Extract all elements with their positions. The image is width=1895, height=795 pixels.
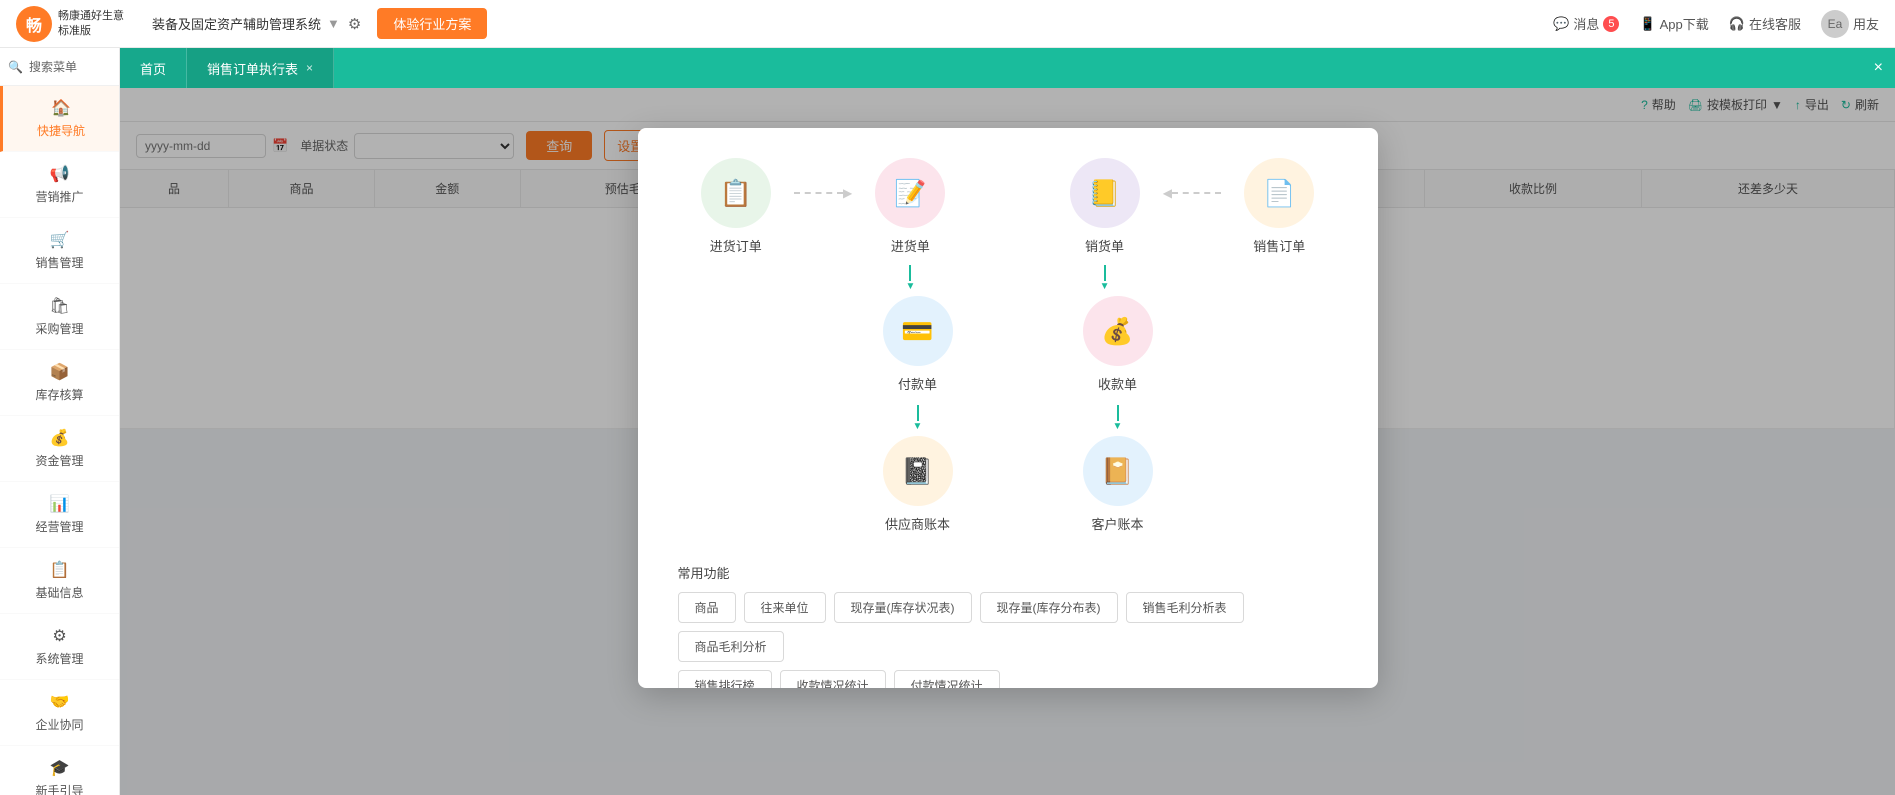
system-name: 装备及固定资产辅助管理系统 — [152, 14, 321, 33]
supplier-ledger-circle: 📓 — [883, 436, 953, 506]
flow-row-1: 📋 进货订单 ▶ — [678, 158, 1338, 255]
sidebar-item-system[interactable]: ⚙ 系统管理 — [0, 614, 119, 680]
sidebar-item-operation[interactable]: 📊 经营管理 — [0, 482, 119, 548]
sidebar-item-inventory[interactable]: 📦 库存核算 — [0, 350, 119, 416]
flow-node-purchase-bill: 📝 进货单 — [852, 158, 968, 255]
download-icon: 📱 — [1639, 16, 1655, 32]
func-btn-product[interactable]: 商品 — [678, 592, 736, 623]
logo-text: 畅康通好生意 标准版 — [58, 9, 124, 38]
newbie-icon: 🎓 — [50, 758, 70, 778]
flow-node-payment-bill: 💳 付款单 — [858, 296, 978, 393]
func-btn-stock-status[interactable]: 现存量(库存状况表) — [834, 592, 972, 623]
customer-ledger-circle: 📔 — [1083, 436, 1153, 506]
message-btn[interactable]: 💬 消息 5 — [1553, 14, 1619, 33]
func-btn-partner[interactable]: 往来单位 — [744, 592, 826, 623]
page-content: ? 帮助 🖨 按模板打印 ▼ ↑ 导出 ↻ 刷新 — [120, 88, 1895, 795]
purchase-icon: 🛍 — [49, 296, 69, 316]
purchase-bill-circle: 📝 — [875, 158, 945, 228]
sidebar-item-enterprise[interactable]: 🤝 企业协同 — [0, 680, 119, 746]
content-area: 首页 销售订单执行表 × × ? 帮助 🖨 — [120, 48, 1895, 795]
tab-close-icon[interactable]: × — [306, 61, 313, 75]
sidebar-item-marketing[interactable]: 📢 营销推广 — [0, 152, 119, 218]
flow-row-3: 📓 供应商账本 📔 — [678, 436, 1338, 533]
func-btn-sales-ranking[interactable]: 销售排行榜 — [678, 670, 772, 688]
flow-section: 📋 进货订单 ▶ — [678, 158, 1338, 543]
sidebar-item-newbie[interactable]: 🎓 新手引导 — [0, 746, 119, 795]
func-btn-row-1: 商品 往来单位 现存量(库存状况表) 现存量(库存分布表) 销售毛利分析表 商品… — [678, 592, 1338, 662]
base-info-icon: 📋 — [50, 560, 70, 580]
user-menu-btn[interactable]: Ea 用友 — [1821, 10, 1879, 38]
func-btn-row-2: 销售排行榜 收款情况统计 付款情况统计 — [678, 670, 1338, 688]
common-func-section: 常用功能 商品 往来单位 现存量(库存状况表) 现存量(库存分布表) 销售毛利分… — [678, 563, 1338, 688]
modal-overlay[interactable]: 📋 进货订单 ▶ — [120, 88, 1895, 795]
search-icon: 🔍 — [8, 60, 23, 74]
marketing-icon: 📢 — [50, 164, 70, 184]
inventory-icon: 📦 — [50, 362, 70, 382]
system-icon: ⚙ — [52, 626, 66, 646]
flow-node-supplier-ledger: 📓 供应商账本 — [858, 436, 978, 533]
enterprise-icon: 🤝 — [50, 692, 70, 712]
top-nav-right: 💬 消息 5 📱 App下载 🎧 在线客服 Ea 用友 — [1553, 10, 1879, 38]
func-btn-product-profit[interactable]: 商品毛利分析 — [678, 631, 784, 662]
tab-bar-close-btn[interactable]: × — [1874, 59, 1883, 77]
sidebar-item-base-info[interactable]: 📋 基础信息 — [0, 548, 119, 614]
sidebar-search[interactable]: 🔍 搜索菜单 — [0, 48, 119, 86]
top-nav: 畅 畅康通好生意 标准版 装备及固定资产辅助管理系统 ▼ ⚙ 体验行业方案 💬 … — [0, 0, 1895, 48]
sales-bill-circle: 📒 — [1070, 158, 1140, 228]
system-name-area: 装备及固定资产辅助管理系统 ▼ ⚙ — [152, 14, 361, 33]
flow-node-purchase-order: 📋 进货订单 — [678, 158, 794, 255]
message-badge: 5 — [1603, 16, 1619, 32]
tab-bar: 首页 销售订单执行表 × × — [120, 48, 1895, 88]
flow-modal: 📋 进货订单 ▶ — [638, 128, 1378, 688]
purchase-order-circle: 📋 — [701, 158, 771, 228]
flow-node-sales-order: 📄 销售订单 — [1221, 158, 1337, 255]
sidebar-item-finance[interactable]: 💰 资金管理 — [0, 416, 119, 482]
flow-row-2: 💳 付款单 💰 — [678, 296, 1338, 393]
receipt-bill-circle: 💰 — [1083, 296, 1153, 366]
sidebar-item-sales[interactable]: 🛒 销售管理 — [0, 218, 119, 284]
func-btn-sales-profit[interactable]: 销售毛利分析表 — [1126, 592, 1244, 623]
tab-sales-order[interactable]: 销售订单执行表 × — [187, 48, 334, 88]
message-icon: 💬 — [1553, 16, 1569, 32]
sales-icon: 🛒 — [50, 230, 70, 250]
func-btn-stock-dist[interactable]: 现存量(库存分布表) — [980, 592, 1118, 623]
logo-icon: 畅 — [16, 6, 52, 42]
sidebar-item-quick-nav[interactable]: 🏠 快捷导航 — [0, 86, 119, 152]
func-btn-payment-stats[interactable]: 付款情况统计 — [894, 670, 1000, 688]
online-service-btn[interactable]: 🎧 在线客服 — [1729, 14, 1801, 33]
finance-icon: 💰 — [50, 428, 70, 448]
home-icon: 🏠 — [51, 98, 71, 118]
sidebar: 🔍 搜索菜单 🏠 快捷导航 📢 营销推广 🛒 销售管理 🛍 采购管理 📦 — [0, 48, 120, 795]
func-btn-receipt-stats[interactable]: 收款情况统计 — [780, 670, 886, 688]
app-download-btn[interactable]: 📱 App下载 — [1639, 14, 1708, 33]
experience-btn[interactable]: 体验行业方案 — [377, 8, 487, 39]
settings-icon[interactable]: ⚙ — [348, 15, 361, 33]
sales-order-circle: 📄 — [1244, 158, 1314, 228]
system-dropdown-icon[interactable]: ▼ — [327, 16, 340, 31]
flow-node-receipt-bill: 💰 收款单 — [1058, 296, 1178, 393]
flow-node-customer-ledger: 📔 客户账本 — [1058, 436, 1178, 533]
sidebar-item-purchase[interactable]: 🛍 采购管理 — [0, 284, 119, 350]
tab-home[interactable]: 首页 — [120, 48, 187, 88]
avatar: Ea — [1821, 10, 1849, 38]
service-icon: 🎧 — [1729, 16, 1745, 32]
payment-bill-circle: 💳 — [883, 296, 953, 366]
operation-icon: 📊 — [50, 494, 70, 514]
logo: 畅 畅康通好生意 标准版 — [16, 6, 136, 42]
modal-body: 📋 进货订单 ▶ — [638, 128, 1378, 688]
flow-node-sales-bill: 📒 销货单 — [1046, 158, 1162, 255]
